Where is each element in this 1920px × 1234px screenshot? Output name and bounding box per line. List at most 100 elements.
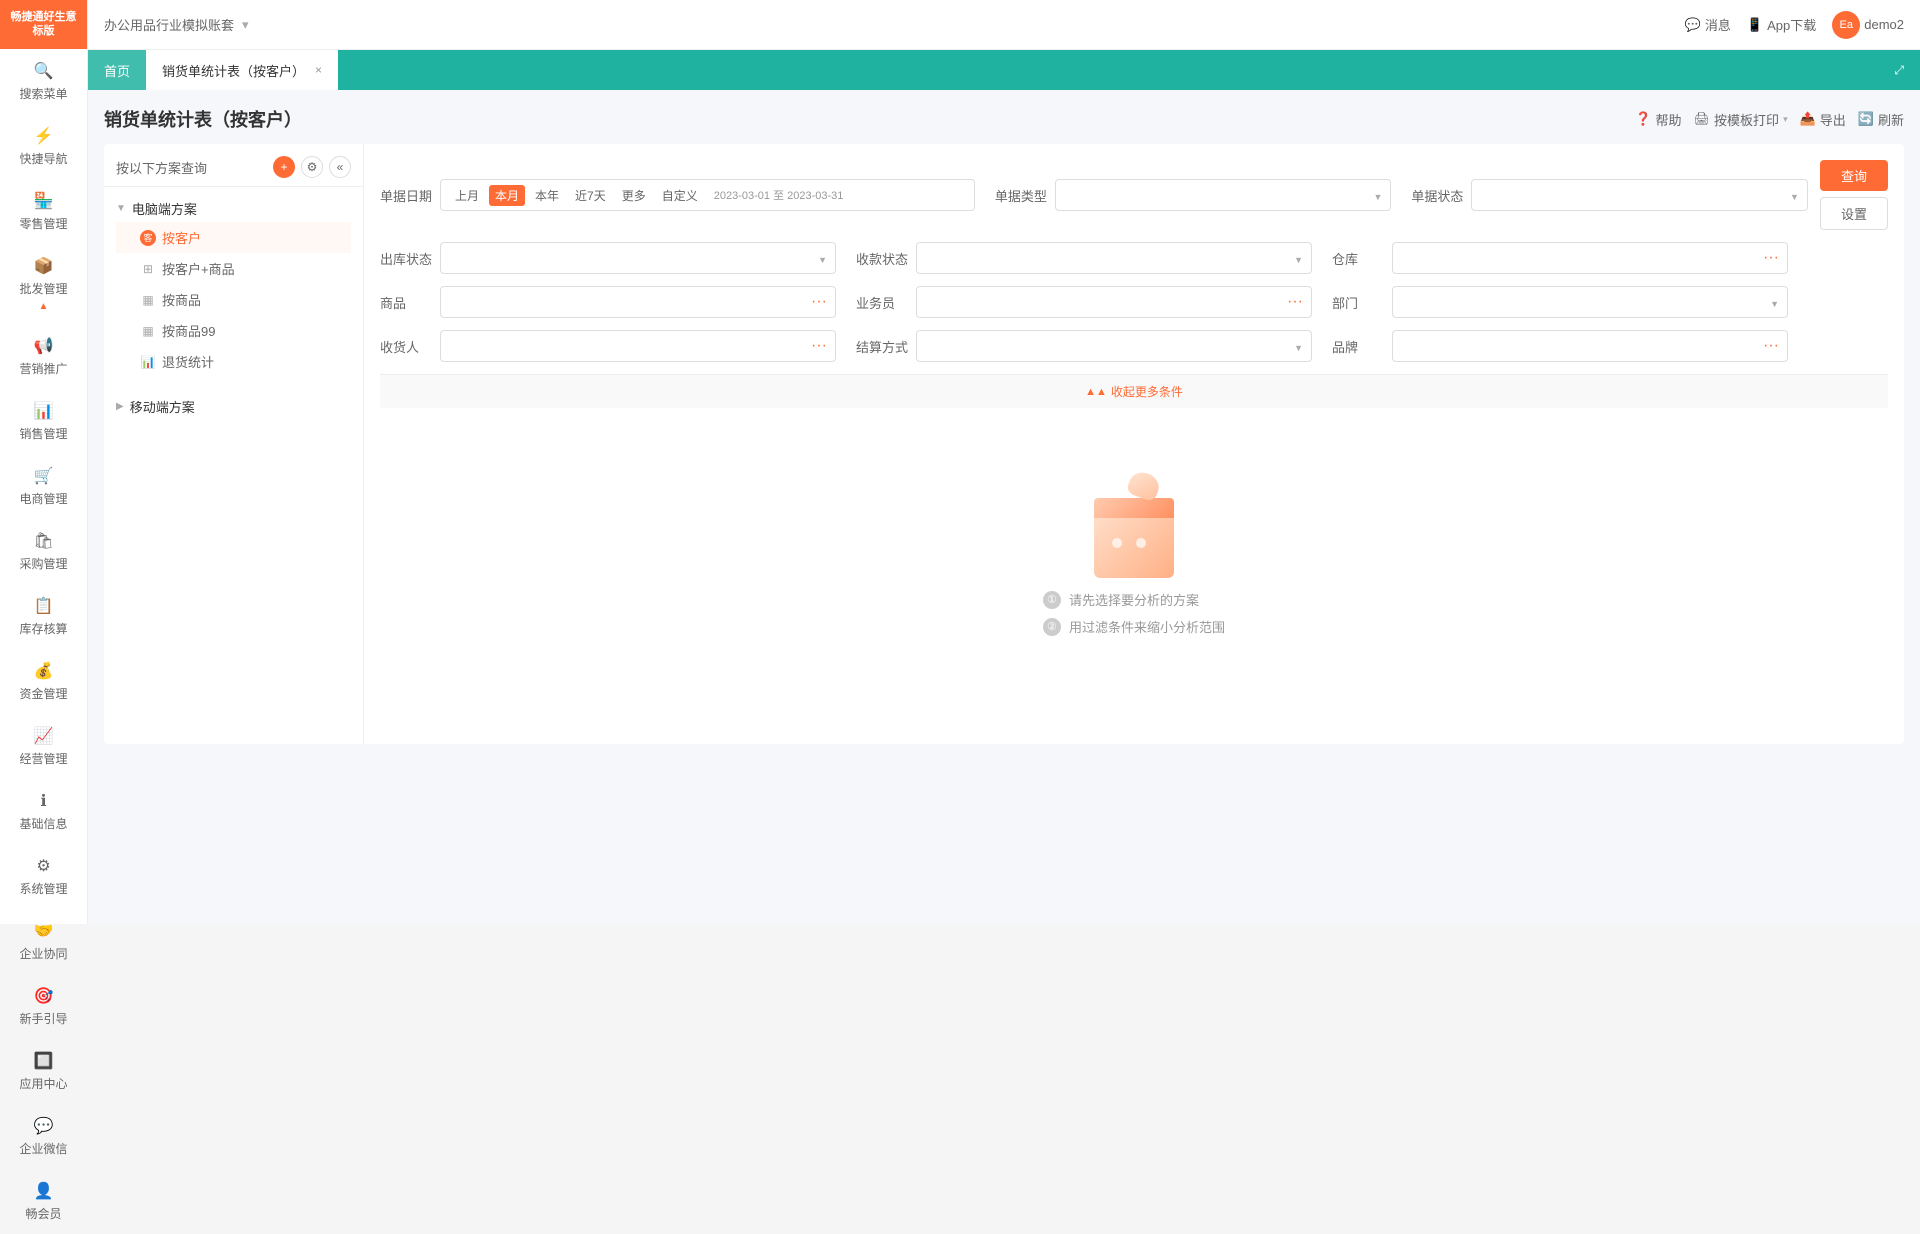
sidebar-item-collab[interactable]: 🤝 企业协同 [0, 909, 87, 974]
user-menu[interactable]: Ea demo2 [1832, 11, 1904, 39]
empty-state: ① 请先选择要分析的方案 ② 用过滤条件来缩小分析范围 [380, 408, 1888, 696]
date-tag-thisyear[interactable]: 本年 [529, 185, 565, 206]
filter-row-4: 收货人 ··· 结算方式 品牌 [380, 330, 1888, 362]
sidebar-item-member[interactable]: 👤 畅会员 [0, 1169, 87, 1234]
sidebar-item-label: 系统管理 [19, 880, 67, 897]
sidebar-item-basic[interactable]: ℹ 基础信息 [0, 779, 87, 844]
sidebar-item-finance[interactable]: 💰 资金管理 [0, 649, 87, 714]
desktop-scheme-section: ▼ 电脑端方案 客 按客户 ⊞ 按客户+商品 ▦ 按商品 [104, 187, 363, 385]
settlement-control[interactable] [916, 330, 1312, 362]
sidebar-item-inventory[interactable]: 📋 库存核算 [0, 584, 87, 649]
sidebar-item-appcenter[interactable]: 🔲 应用中心 [0, 1039, 87, 1104]
staff-control[interactable]: ··· [916, 286, 1312, 318]
collapse-bar[interactable]: ▲▲ 收起更多条件 [380, 374, 1888, 408]
add-scheme-button[interactable]: + [273, 156, 295, 178]
collapse-label: 收起更多条件 [1111, 383, 1183, 400]
receipt-control[interactable] [916, 242, 1312, 274]
receipt-label: 收款状态 [856, 249, 916, 268]
maximize-icon[interactable]: ⤢ [1894, 63, 1904, 78]
breadcrumb-chevron: ▾ [242, 17, 249, 33]
mobile-scheme-group[interactable]: ▶ 移动端方案 [116, 393, 351, 420]
refresh-button[interactable]: 🔄 刷新 [1858, 110, 1904, 129]
outbound-control[interactable] [440, 242, 836, 274]
download-icon: 📱 [1747, 17, 1763, 33]
sidebar-item-ecommerce[interactable]: 🛒 电商管理 [0, 454, 87, 519]
scheme-by-goods[interactable]: ▦ 按商品 [116, 284, 351, 315]
filter-brand: 品牌 ··· [1332, 330, 1788, 362]
sidebar-item-quicknav[interactable]: ⚡ 快捷导航 [0, 114, 87, 179]
staff-label: 业务员 [856, 293, 916, 312]
filter-outbound: 出库状态 [380, 242, 836, 274]
filter-row-2: 出库状态 收款状态 仓库 [380, 242, 1888, 274]
print-label: 按模板打印 [1714, 110, 1779, 129]
message-button[interactable]: 💬 消息 [1685, 15, 1731, 34]
goods-control[interactable]: ··· [440, 286, 836, 318]
help-icon: ❓ [1635, 111, 1651, 127]
logo-text: 畅捷通好生意 [11, 10, 77, 24]
sidebar-item-label: 零售管理 [19, 215, 67, 232]
sidebar-item-label: 新手引导 [19, 1010, 67, 1027]
sidebar-item-wholesale[interactable]: 📦 批发管理 ▲ [0, 244, 87, 324]
scheme-by-customer-goods[interactable]: ⊞ 按客户+商品 [116, 253, 351, 284]
tab-bar: 首页 销货单统计表（按客户） × ⤢ [88, 50, 1920, 90]
settlement-label: 结算方式 [856, 337, 916, 356]
right-panel: 单据日期 上月 本月 本年 近7天 更多 自定义 2023-03-01 至 20… [364, 144, 1904, 744]
page-actions: ❓ 帮助 🖨 按模板打印 ▾ 📤 导出 🔄 刷新 [1635, 110, 1904, 129]
outbound-chevron [818, 251, 827, 266]
dept-control[interactable] [1392, 286, 1788, 318]
order-type-control[interactable] [1055, 179, 1392, 211]
filter-date: 单据日期 上月 本月 本年 近7天 更多 自定义 2023-03-01 至 20… [380, 179, 975, 211]
header-right: 💬 消息 📱 App下载 Ea demo2 [1685, 11, 1904, 39]
filter-order-type: 单据类型 [995, 179, 1392, 211]
brand-control[interactable]: ··· [1392, 330, 1788, 362]
tab-active[interactable]: 销货单统计表（按客户） × [146, 50, 338, 90]
return-stats-scheme-icon: 📊 [140, 354, 156, 370]
sidebar-item-label: 营销推广 [19, 360, 67, 377]
sidebar-item-marketing[interactable]: 📢 营销推广 [0, 324, 87, 389]
filter-settings-button[interactable]: 设置 [1820, 197, 1888, 230]
scheme-label: 按商品 [162, 290, 201, 309]
operation-icon: 📈 [34, 726, 54, 746]
tip-text-2: 用过滤条件来缩小分析范围 [1069, 617, 1225, 636]
app-download-button[interactable]: 📱 App下载 [1747, 15, 1816, 34]
date-tag-lastmonth[interactable]: 上月 [449, 185, 485, 206]
date-tag-thismonth[interactable]: 本月 [489, 185, 525, 206]
date-tag-7days[interactable]: 近7天 [569, 185, 612, 206]
date-control[interactable]: 上月 本月 本年 近7天 更多 自定义 2023-03-01 至 2023-03… [440, 179, 975, 211]
date-tag-more[interactable]: 更多 [616, 185, 652, 206]
scheme-return-stats[interactable]: 📊 退货统计 [116, 346, 351, 377]
tab-close-icon[interactable]: × [315, 63, 322, 77]
warehouse-control[interactable]: ··· [1392, 242, 1788, 274]
desktop-scheme-label: 电脑端方案 [132, 199, 197, 218]
box-eye-left [1112, 538, 1122, 548]
print-button[interactable]: 🖨 按模板打印 ▾ [1694, 110, 1788, 129]
order-status-control[interactable] [1471, 179, 1808, 211]
sidebar-item-operation[interactable]: 📈 经营管理 [0, 714, 87, 779]
sidebar-item-purchase[interactable]: 🛍 采购管理 [0, 519, 87, 584]
help-button[interactable]: ❓ 帮助 [1635, 110, 1681, 129]
date-tag-custom[interactable]: 自定义 [656, 185, 704, 206]
collapse-panel-button[interactable]: « [329, 156, 351, 178]
sidebar-item-guide[interactable]: 🎯 新手引导 [0, 974, 87, 1039]
tab-home[interactable]: 首页 [88, 50, 146, 90]
goods-label: 商品 [380, 293, 440, 312]
scheme-by-customer[interactable]: 客 按客户 [116, 222, 351, 253]
box-eye-right [1136, 538, 1146, 548]
refresh-label: 刷新 [1878, 110, 1904, 129]
sidebar-item-sales[interactable]: 📊 销售管理 [0, 389, 87, 454]
desktop-scheme-group[interactable]: ▼ 电脑端方案 [116, 195, 351, 222]
sidebar-item-search[interactable]: 🔍 搜索菜单 [0, 49, 87, 114]
scheme-by-goods99[interactable]: ▦ 按商品99 [116, 315, 351, 346]
settings-scheme-button[interactable]: ⚙ [301, 156, 323, 178]
outbound-label: 出库状态 [380, 249, 440, 268]
retail-icon: 🏪 [34, 191, 54, 211]
sidebar-item-wechat[interactable]: 💬 企业微信 [0, 1104, 87, 1169]
sidebar-item-label: 电商管理 [19, 490, 67, 507]
warehouse-label: 仓库 [1332, 249, 1392, 268]
search-button[interactable]: 查询 [1820, 160, 1888, 191]
receiver-control[interactable]: ··· [440, 330, 836, 362]
sidebar-item-label: 搜索菜单 [19, 85, 67, 102]
export-button[interactable]: 📤 导出 [1800, 110, 1846, 129]
sidebar-item-retail[interactable]: 🏪 零售管理 [0, 179, 87, 244]
sidebar-item-system[interactable]: ⚙ 系统管理 [0, 844, 87, 909]
